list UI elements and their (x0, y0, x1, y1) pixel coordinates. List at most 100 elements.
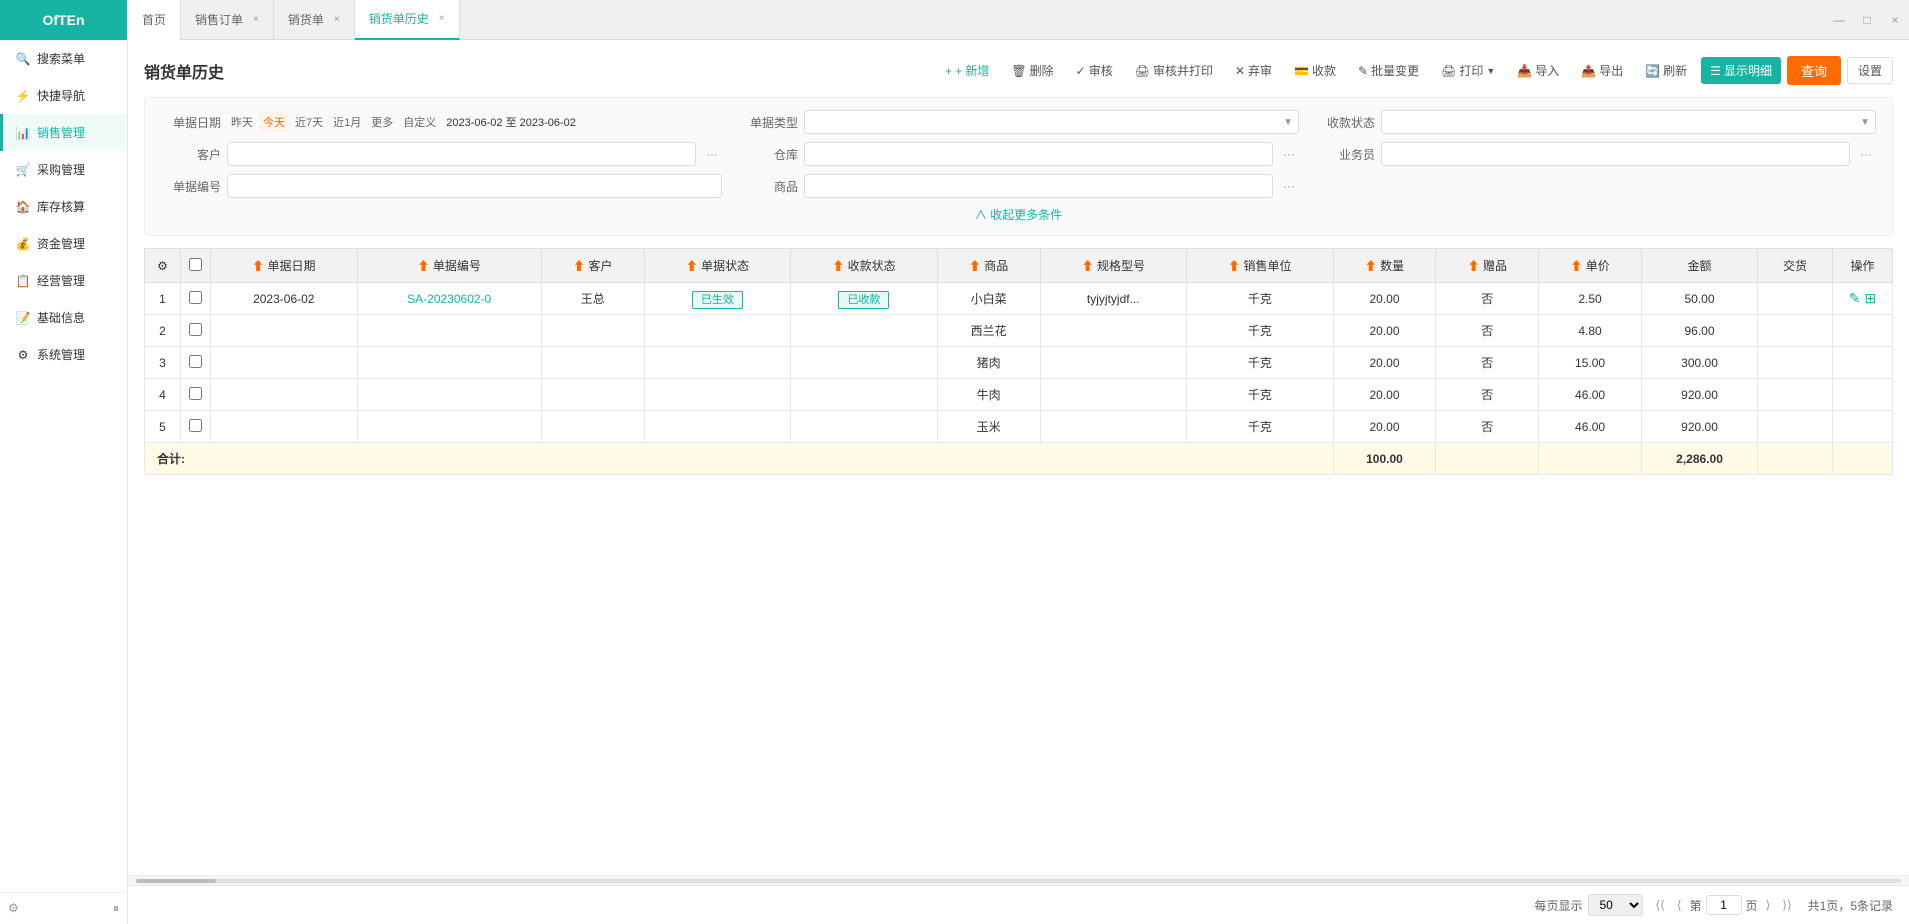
tab-sales-delivery-close[interactable]: × (334, 14, 340, 25)
sidebar-item-inventory[interactable]: 🏠 库存核算 (0, 188, 127, 225)
shortcut-1month[interactable]: 近1月 (329, 112, 365, 132)
shortcut-custom[interactable]: 自定义 (399, 112, 440, 132)
row-doc-no[interactable] (357, 411, 541, 443)
sort-icon-goods[interactable]: ⬆ (969, 259, 981, 273)
table-settings-icon[interactable]: ⚙ (157, 259, 168, 273)
settings-button[interactable]: 设置 (1847, 57, 1893, 84)
sidebar-item-basic-info[interactable]: 📝 基础信息 (0, 299, 127, 336)
shortcut-7days[interactable]: 近7天 (291, 112, 327, 132)
row-doc-no[interactable] (357, 379, 541, 411)
row-checkbox[interactable] (181, 283, 211, 315)
row-doc-no[interactable] (357, 347, 541, 379)
row-checkbox[interactable] (181, 347, 211, 379)
new-button[interactable]: + + 新增 (937, 58, 997, 83)
sort-icon-qty[interactable]: ⬆ (1365, 259, 1377, 273)
show-detail-button[interactable]: ☰ 显示明细 (1701, 57, 1781, 84)
salesperson-input[interactable] (1381, 142, 1850, 166)
goods-ellipsis-button[interactable]: ··· (1279, 179, 1299, 193)
customer-input[interactable] (227, 142, 696, 166)
row-checkbox-input[interactable] (189, 419, 202, 432)
row-checkbox-input[interactable] (189, 323, 202, 336)
abandon-button[interactable]: ✕ 弃审 (1227, 58, 1280, 83)
row-actions[interactable] (1833, 315, 1893, 347)
row-checkbox-input[interactable] (189, 387, 202, 400)
audit-button[interactable]: ✓ 审核 (1068, 58, 1121, 83)
select-all-checkbox[interactable] (189, 258, 202, 271)
row-checkbox-input[interactable] (189, 355, 202, 368)
collapse-button[interactable]: ∧ 收起更多条件 (975, 208, 1062, 222)
sort-icon-unit[interactable]: ⬆ (1228, 259, 1240, 273)
sort-icon-gift[interactable]: ⬆ (1468, 259, 1480, 273)
tab-sales-order-close[interactable]: × (253, 14, 259, 25)
salesperson-ellipsis-button[interactable]: ··· (1856, 147, 1876, 161)
tab-home[interactable]: 首页 (128, 0, 181, 40)
row-actions[interactable] (1833, 411, 1893, 443)
delete-button[interactable]: 🗑 删除 (1003, 58, 1061, 83)
col-checkbox[interactable] (181, 249, 211, 283)
customer-ellipsis-button[interactable]: ··· (702, 147, 722, 161)
window-close-button[interactable]: × (1881, 6, 1909, 34)
query-button[interactable]: 查询 (1787, 56, 1841, 85)
audit-print-button[interactable]: 🖨 审核并打印 (1127, 58, 1221, 83)
page-next-button[interactable]: ⟩ (1762, 896, 1775, 914)
scrollbar-track[interactable] (136, 879, 1901, 883)
doc-type-select[interactable] (804, 110, 1299, 134)
sidebar-item-finance[interactable]: 💰 资金管理 (0, 225, 127, 262)
page-prev-button[interactable]: ⟨ (1673, 896, 1686, 914)
col-settings[interactable]: ⚙ (145, 249, 181, 283)
sort-icon-customer[interactable]: ⬆ (573, 259, 585, 273)
sidebar-gear-icon[interactable]: ⚙ (8, 901, 19, 916)
import-button[interactable]: 📥 导入 (1509, 58, 1567, 83)
row-doc-no[interactable]: SA-20230602-0 (357, 283, 541, 315)
tab-sales-delivery[interactable]: 销货单 × (274, 0, 355, 40)
payment-status-select[interactable] (1381, 110, 1876, 134)
row-actions[interactable] (1833, 347, 1893, 379)
window-minimize-button[interactable]: — (1825, 6, 1853, 34)
delete-action-button[interactable]: ⊞ (1865, 290, 1877, 307)
window-maximize-button[interactable]: □ (1853, 6, 1881, 34)
per-page-select[interactable]: 50 100 200 (1588, 894, 1643, 916)
row-checkbox[interactable] (181, 379, 211, 411)
per-page-label: 每页显示 (1534, 897, 1582, 914)
batch-change-button[interactable]: ✎ 批量变更 (1350, 58, 1427, 83)
row-doc-no[interactable] (357, 315, 541, 347)
sidebar-item-operations[interactable]: 📋 经营管理 (0, 262, 127, 299)
row-checkbox[interactable] (181, 315, 211, 347)
tab-sales-order[interactable]: 销售订单 × (181, 0, 274, 40)
print-button[interactable]: 🖨 打印 ▼ (1433, 58, 1503, 83)
sort-icon-doc-no[interactable]: ⬆ (418, 259, 430, 273)
shortcut-more[interactable]: 更多 (367, 112, 397, 132)
sidebar-item-sales-mgmt[interactable]: 📊 销售管理 (0, 114, 127, 151)
doc-no-input[interactable] (227, 174, 722, 198)
shortcut-yesterday[interactable]: 昨天 (227, 112, 257, 132)
edit-action-button[interactable]: ✎ (1849, 290, 1861, 307)
doc-no-link[interactable]: SA-20230602-0 (407, 292, 491, 306)
page-first-button[interactable]: ⟨⟨ (1651, 896, 1668, 914)
sidebar-item-sys-mgmt[interactable]: ⚙ 系统管理 (0, 336, 127, 373)
refresh-button[interactable]: 🔄 刷新 (1637, 58, 1695, 83)
sort-icon[interactable]: ⬆ (252, 259, 264, 273)
page-number-input[interactable] (1706, 895, 1742, 915)
warehouse-input[interactable] (804, 142, 1273, 166)
sort-icon-payment[interactable]: ⬆ (832, 259, 844, 273)
sort-icon-price[interactable]: ⬆ (1570, 259, 1582, 273)
warehouse-ellipsis-button[interactable]: ··· (1279, 147, 1299, 161)
row-actions[interactable] (1833, 379, 1893, 411)
row-checkbox[interactable] (181, 411, 211, 443)
tab-sales-history[interactable]: 销货单历史 × (355, 0, 460, 40)
goods-input[interactable] (804, 174, 1273, 198)
export-button[interactable]: 📤 导出 (1573, 58, 1631, 83)
sort-icon-doc-status[interactable]: ⬆ (686, 259, 698, 273)
row-checkbox-input[interactable] (189, 291, 202, 304)
sort-icon-spec[interactable]: ⬆ (1082, 259, 1094, 273)
sidebar-item-quick-nav[interactable]: ⚡ 快捷导航 (0, 77, 127, 114)
shortcut-today[interactable]: 今天 (259, 112, 289, 132)
scrollbar-thumb[interactable] (136, 879, 216, 883)
page-last-button[interactable]: ⟩⟩ (1778, 896, 1795, 914)
sidebar-item-search-menu[interactable]: 🔍 搜索菜单 (0, 40, 127, 77)
collect-button[interactable]: 💳 收款 (1286, 58, 1344, 83)
sidebar-item-purchase-mgmt[interactable]: 🛒 采购管理 (0, 151, 127, 188)
row-actions[interactable]: ✎⊞ (1833, 283, 1893, 315)
sidebar-pause-icon[interactable]: ⏸ (113, 901, 119, 916)
tab-sales-history-close[interactable]: × (439, 13, 445, 24)
